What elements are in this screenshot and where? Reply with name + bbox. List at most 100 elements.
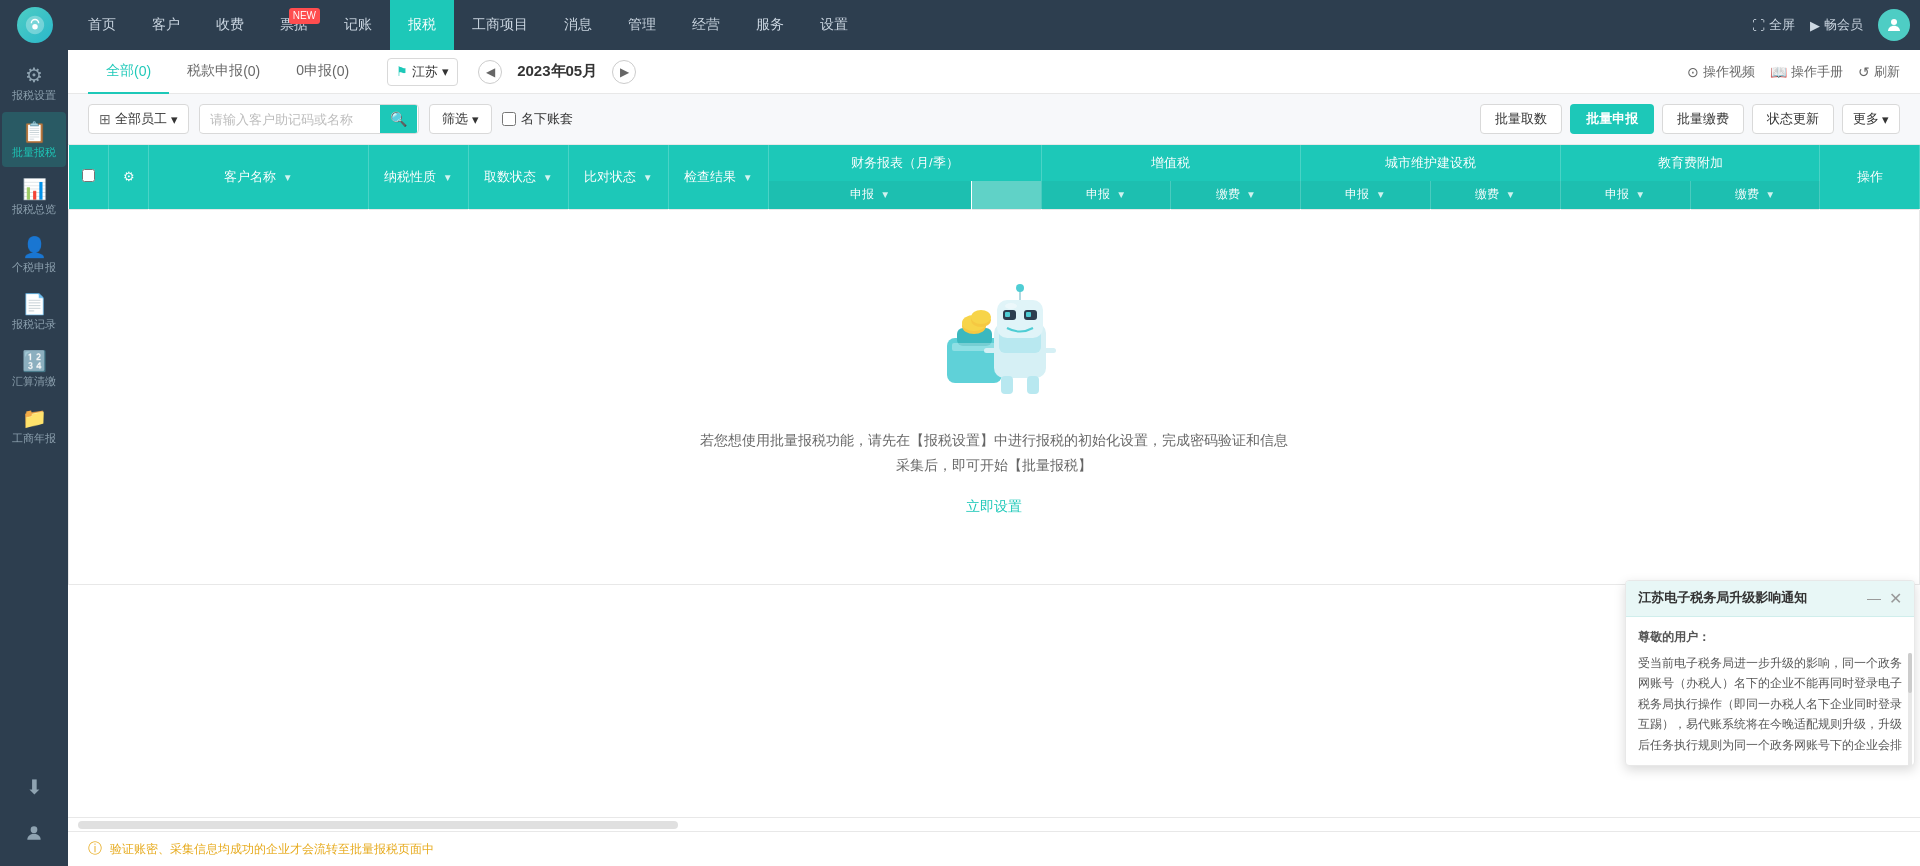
batch-declare-btn[interactable]: 批量申报 bbox=[1570, 104, 1654, 134]
filter-icon-edu-pay[interactable]: ▼ bbox=[1765, 189, 1775, 200]
nav-operation[interactable]: 经营 bbox=[674, 0, 738, 50]
filter-icon-fin-declare[interactable]: ▼ bbox=[880, 189, 890, 200]
sidebar-item-batchtax[interactable]: 📋 批量报税 bbox=[2, 112, 66, 167]
scroll-track[interactable] bbox=[78, 821, 678, 829]
svg-point-18 bbox=[1016, 284, 1024, 292]
filter-icon-city-pay[interactable]: ▼ bbox=[1506, 189, 1516, 200]
sidebar-item-taxsettings[interactable]: ⚙ 报税设置 bbox=[2, 55, 66, 110]
refresh-btn[interactable]: ↺ 刷新 bbox=[1858, 63, 1900, 81]
nav-manage[interactable]: 管理 bbox=[610, 0, 674, 50]
svg-rect-22 bbox=[1027, 376, 1039, 394]
batch-fetch-btn[interactable]: 批量取数 bbox=[1480, 104, 1562, 134]
filter-right-btns: 批量取数 批量申报 批量缴费 状态更新 更多 ▾ bbox=[1480, 104, 1900, 134]
dropdown-arrow-icon: ▾ bbox=[171, 112, 178, 127]
th-customer-name: 客户名称 ▼ bbox=[149, 145, 369, 209]
th-check-result: 检查结果 ▼ bbox=[669, 145, 769, 209]
th-vat-pay: 缴费 ▼ bbox=[1171, 181, 1301, 209]
th-checkbox bbox=[69, 145, 109, 209]
annualreport-icon: 📁 bbox=[22, 408, 47, 428]
search-input[interactable] bbox=[200, 107, 380, 132]
tab-right-actions: ⊙ 操作视频 📖 操作手册 ↺ 刷新 bbox=[1687, 63, 1900, 81]
sidebar-item-taxrecord[interactable]: 📄 报税记录 bbox=[2, 284, 66, 339]
notification-subtitle: 尊敬的用户： bbox=[1638, 627, 1902, 647]
persontax-icon: 👤 bbox=[22, 237, 47, 257]
operation-manual-btn[interactable]: 📖 操作手册 bbox=[1770, 63, 1843, 81]
setup-link[interactable]: 立即设置 bbox=[966, 498, 1022, 516]
user-avatar[interactable] bbox=[1878, 9, 1910, 41]
filter-button[interactable]: 筛选 ▾ bbox=[429, 104, 492, 134]
nav-customer[interactable]: 客户 bbox=[134, 0, 198, 50]
prev-month-btn[interactable]: ◀ bbox=[478, 60, 502, 84]
subaccount-checkbox[interactable] bbox=[502, 112, 516, 126]
logo-icon bbox=[17, 7, 53, 43]
nav-service[interactable]: 服务 bbox=[738, 0, 802, 50]
tab-all[interactable]: 全部(0) bbox=[88, 50, 169, 94]
svg-point-0 bbox=[32, 24, 38, 30]
sidebar-item-annualreport[interactable]: 📁 工商年报 bbox=[2, 398, 66, 453]
next-month-btn[interactable]: ▶ bbox=[612, 60, 636, 84]
th-edu-declare: 申报 ▼ bbox=[1560, 181, 1690, 209]
filter-icon-city-declare[interactable]: ▼ bbox=[1376, 189, 1386, 200]
user-icon[interactable] bbox=[16, 815, 52, 856]
download-icon[interactable]: ⬇ bbox=[18, 767, 51, 807]
new-badge: NEW bbox=[289, 8, 320, 24]
notification-text: 受当前电子税务局进一步升级的影响，同一个政务网账号（办税人）名下的企业不能再同时… bbox=[1638, 653, 1902, 755]
nav-message[interactable]: 消息 bbox=[546, 0, 610, 50]
svg-point-23 bbox=[1005, 303, 1017, 309]
sidebar-item-settlement[interactable]: 🔢 汇算清缴 bbox=[2, 341, 66, 396]
top-nav: 首页 客户 收费 票据 NEW 记账 报税 工商项目 消息 管理 经营 服务 设… bbox=[0, 0, 1920, 50]
minimize-icon[interactable]: — bbox=[1867, 590, 1881, 606]
nav-home[interactable]: 首页 bbox=[70, 0, 134, 50]
notification-popup: 江苏电子税务局升级影响通知 — ✕ 尊敬的用户： 受当前电子税务局进一步升级的影… bbox=[1625, 580, 1915, 766]
logo[interactable] bbox=[10, 5, 60, 45]
nav-right: ⛶ 全屏 ▶ 畅会员 bbox=[1752, 9, 1910, 41]
notification-header: 江苏电子税务局升级影响通知 — ✕ bbox=[1626, 581, 1914, 617]
notification-title: 江苏电子税务局升级影响通知 bbox=[1638, 589, 1807, 607]
more-arrow-icon: ▾ bbox=[1882, 112, 1889, 127]
notification-body: 尊敬的用户： 受当前电子税务局进一步升级的影响，同一个政务网账号（办税人）名下的… bbox=[1626, 617, 1914, 765]
nav-fee[interactable]: 收费 bbox=[198, 0, 262, 50]
fullscreen-icon: ⛶ bbox=[1752, 18, 1765, 33]
nav-accounting[interactable]: 记账 bbox=[326, 0, 390, 50]
subaccount-checkbox-label[interactable]: 名下账套 bbox=[502, 110, 573, 128]
province-selector[interactable]: ⚑ 江苏 ▾ bbox=[387, 58, 458, 86]
filter-icon-fetchstatus[interactable]: ▼ bbox=[543, 172, 553, 183]
sidebar-item-persontax[interactable]: 👤 个税申报 bbox=[2, 227, 66, 282]
close-icon[interactable]: ✕ bbox=[1889, 589, 1902, 608]
employee-selector[interactable]: ⊞ 全部员工 ▾ bbox=[88, 104, 189, 134]
batch-pay-btn[interactable]: 批量缴费 bbox=[1662, 104, 1744, 134]
search-button[interactable]: 🔍 bbox=[380, 105, 417, 133]
status-update-btn[interactable]: 状态更新 bbox=[1752, 104, 1834, 134]
batchtax-icon: 📋 bbox=[22, 122, 47, 142]
more-btn[interactable]: 更多 ▾ bbox=[1842, 104, 1900, 134]
filter-icon-vat-declare[interactable]: ▼ bbox=[1116, 189, 1126, 200]
svg-rect-20 bbox=[1044, 348, 1056, 353]
filter-icon-taxtype[interactable]: ▼ bbox=[443, 172, 453, 183]
warning-icon: ⓘ bbox=[88, 840, 102, 858]
filter-icon-vat-pay[interactable]: ▼ bbox=[1246, 189, 1256, 200]
filter-icon-checkresult[interactable]: ▼ bbox=[743, 172, 753, 183]
tab-zerodeclare[interactable]: 0申报(0) bbox=[278, 50, 367, 94]
sidebar-item-taxoverview[interactable]: 📊 报税总览 bbox=[2, 169, 66, 224]
horizontal-scrollbar[interactable] bbox=[68, 817, 1920, 831]
nav-ticket[interactable]: 票据 NEW bbox=[262, 0, 326, 50]
operation-video-btn[interactable]: ⊙ 操作视频 bbox=[1687, 63, 1755, 81]
notification-scrollbar[interactable] bbox=[1908, 653, 1912, 766]
filter-icon-compare[interactable]: ▼ bbox=[643, 172, 653, 183]
empty-state-cell: 若您想使用批量报税功能，请先在【报税设置】中进行报税的初始化设置，完成密码验证和… bbox=[69, 209, 1920, 584]
filter-icon-name[interactable]: ▼ bbox=[283, 172, 293, 183]
nav-tax[interactable]: 报税 bbox=[390, 0, 454, 50]
svg-rect-16 bbox=[1026, 312, 1031, 317]
tab-taxdeclare[interactable]: 税款申报(0) bbox=[169, 50, 278, 94]
notification-body-wrap: 尊敬的用户： 受当前电子税务局进一步升级的影响，同一个政务网账号（办税人）名下的… bbox=[1626, 617, 1914, 765]
svg-point-9 bbox=[971, 310, 991, 324]
nav-business[interactable]: 工商项目 bbox=[454, 0, 546, 50]
nav-settings[interactable]: 设置 bbox=[802, 0, 866, 50]
filter-icon-edu-declare[interactable]: ▼ bbox=[1635, 189, 1645, 200]
data-table: ⚙ 客户名称 ▼ 纳税性质 ▼ 取数状态 ▼ bbox=[68, 145, 1920, 585]
th-education-fee: 教育费附加 bbox=[1560, 145, 1820, 181]
th-edu-pay: 缴费 ▼ bbox=[1690, 181, 1820, 209]
vip-btn[interactable]: ▶ 畅会员 bbox=[1810, 16, 1863, 34]
fullscreen-btn[interactable]: ⛶ 全屏 bbox=[1752, 16, 1795, 34]
select-all-checkbox[interactable] bbox=[82, 169, 95, 182]
